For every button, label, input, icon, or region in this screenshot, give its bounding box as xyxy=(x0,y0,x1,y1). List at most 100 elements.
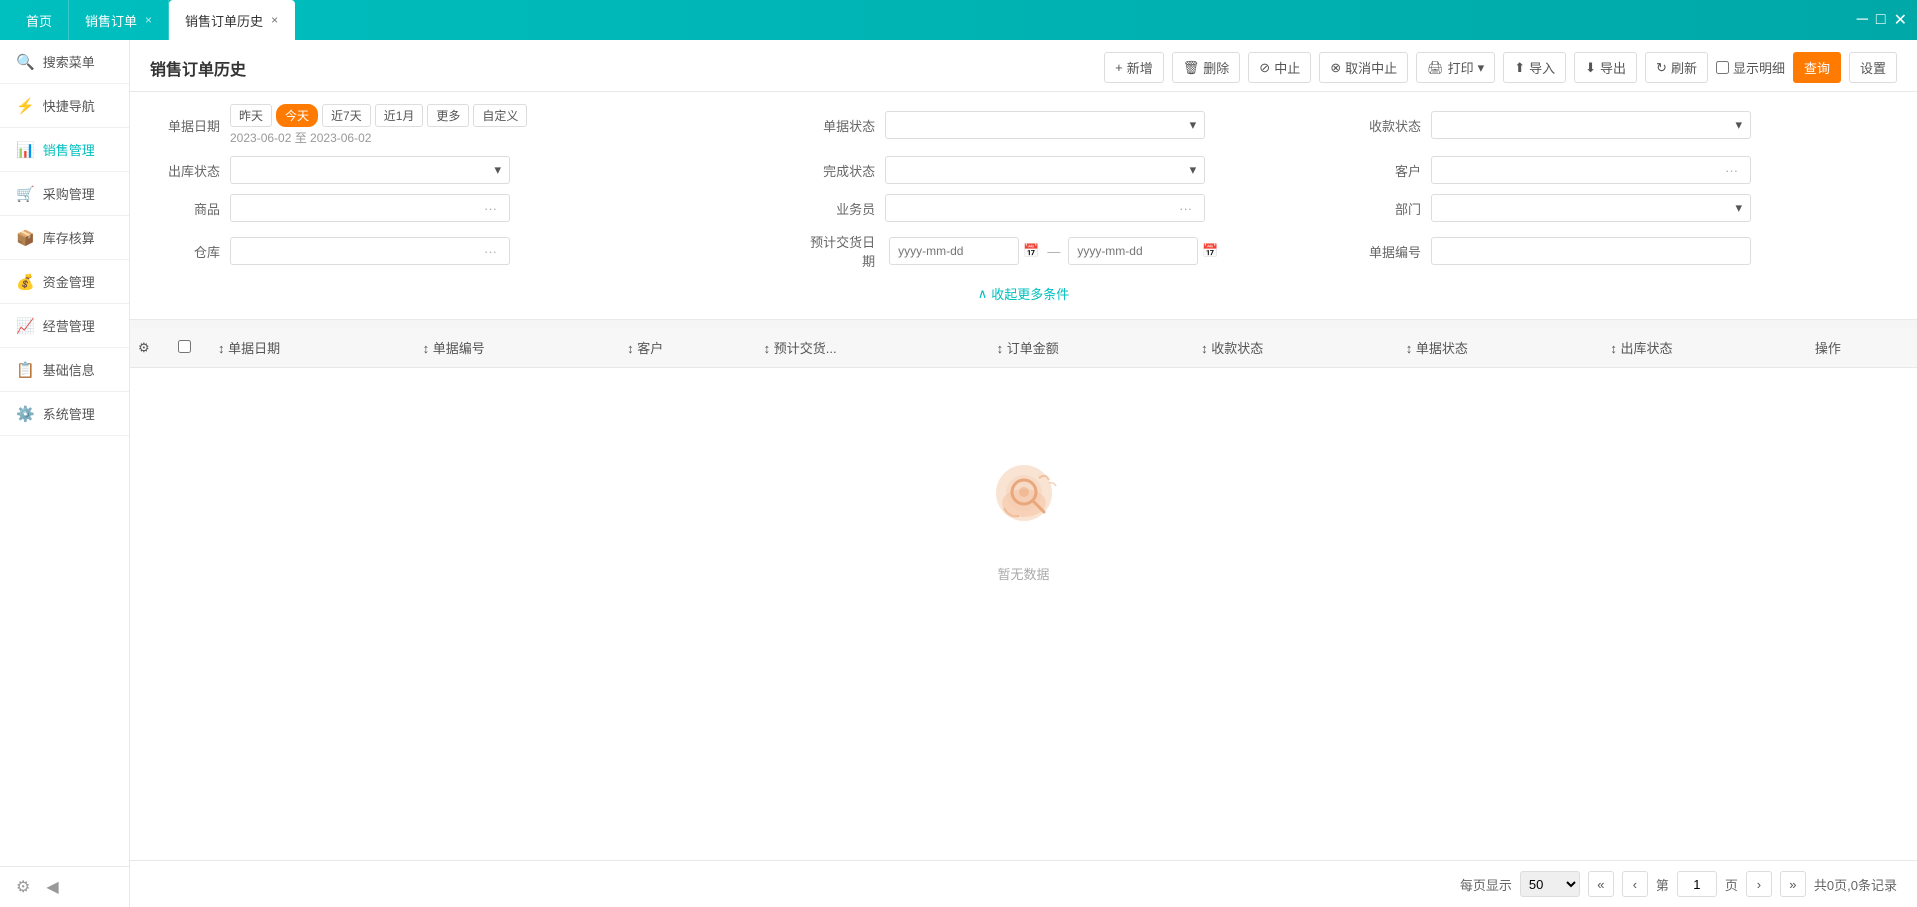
sidebar-item-sales[interactable]: 📊 销售管理 xyxy=(0,128,129,172)
print-arrow-icon: ▾ xyxy=(1478,60,1485,76)
date-btn-today[interactable]: 今天 xyxy=(276,104,318,127)
settings-button[interactable]: 设置 xyxy=(1849,52,1897,83)
sidebar-item-basic[interactable]: 📋 基础信息 xyxy=(0,348,129,392)
complete-status-label: 完成状态 xyxy=(805,161,885,180)
filter-row-1: 单据日期 昨天 今天 近7天 近1月 更多 自定义 2023-06-02 至 2… xyxy=(150,104,1897,146)
last-page-btn[interactable]: » xyxy=(1780,871,1806,897)
sidebar-item-finance[interactable]: 💰 资金管理 xyxy=(0,260,129,304)
sidebar-bottom: ⚙ ◀ xyxy=(0,866,129,907)
import-button[interactable]: ⬆ 导入 xyxy=(1503,52,1566,83)
date-range-display: 2023-06-02 至 2023-06-02 xyxy=(230,129,527,146)
department-select[interactable]: ▾ xyxy=(1431,194,1751,222)
calendar-to-icon[interactable]: 📅 xyxy=(1202,243,1218,259)
date-btn-yesterday[interactable]: 昨天 xyxy=(230,104,272,127)
add-button[interactable]: + 新增 xyxy=(1104,52,1164,83)
close-window-icon[interactable]: ✕ xyxy=(1894,10,1907,30)
date-btn-1month[interactable]: 近1月 xyxy=(375,104,424,127)
print-button[interactable]: 🖨 打印 ▾ xyxy=(1416,52,1495,83)
add-label: 新增 xyxy=(1127,58,1153,77)
product-dots[interactable]: ··· xyxy=(480,201,501,216)
sidebar-item-quicknav[interactable]: ⚡ 快捷导航 xyxy=(0,84,129,128)
tab-sales-order-close[interactable]: × xyxy=(145,13,152,27)
col-date[interactable]: ↕ 单据日期 xyxy=(210,328,415,368)
col-order-no[interactable]: ↕ 单据编号 xyxy=(415,328,620,368)
sidebar-item-finance-label: 资金管理 xyxy=(43,272,95,291)
search-icon: 🔍 xyxy=(16,53,35,71)
product-select[interactable]: ··· xyxy=(230,194,510,222)
tab-sales-order[interactable]: 销售订单 × xyxy=(69,0,169,40)
show-detail-checkbox-label[interactable]: 显示明细 xyxy=(1716,58,1785,77)
first-page-btn[interactable]: « xyxy=(1588,871,1614,897)
date-btn-more[interactable]: 更多 xyxy=(427,104,469,127)
export-button[interactable]: ⬇ 导出 xyxy=(1574,52,1637,83)
delivery-date-label: 预计交货日期 xyxy=(805,232,885,270)
col-delivery[interactable]: ↕ 预计交货... xyxy=(756,328,989,368)
delete-button[interactable]: 🗑 删除 xyxy=(1172,52,1241,83)
page-word-before: 第 xyxy=(1656,875,1669,894)
prev-page-icon: ‹ xyxy=(1633,877,1637,892)
page-number-input[interactable] xyxy=(1677,871,1717,897)
settings-bottom-icon[interactable]: ⚙ xyxy=(16,877,30,897)
add-icon: + xyxy=(1115,60,1123,75)
date-btn-custom[interactable]: 自定义 xyxy=(473,104,527,127)
customer-select[interactable]: ··· xyxy=(1431,156,1751,184)
collapse-label: 收起更多条件 xyxy=(991,284,1069,303)
salesperson-select[interactable]: ··· xyxy=(885,194,1205,222)
col-customer[interactable]: ↕ 客户 xyxy=(619,328,756,368)
receipt-status-select[interactable]: ▾ xyxy=(1431,111,1751,139)
stop-button[interactable]: ⊘ 中止 xyxy=(1248,52,1311,83)
sidebar-item-inventory[interactable]: 📦 库存核算 xyxy=(0,216,129,260)
complete-status-select[interactable]: ▾ xyxy=(885,156,1205,184)
query-button[interactable]: 查询 xyxy=(1793,52,1841,83)
col-amount[interactable]: ↕ 订单金额 xyxy=(989,328,1194,368)
sidebar-item-basic-label: 基础信息 xyxy=(43,360,95,379)
maximize-icon[interactable]: □ xyxy=(1876,11,1886,29)
table-settings-col[interactable]: ⚙ xyxy=(130,328,170,368)
table-area: ⚙ ↕ 单据日期 ↕ 单据编号 ↕ 客户 xyxy=(130,328,1917,860)
col-warehouse-status[interactable]: ↕ 出库状态 xyxy=(1602,328,1807,368)
tab-sales-order-history-close[interactable]: × xyxy=(271,13,278,27)
complete-status-arrow: ▾ xyxy=(1190,162,1197,178)
sidebar-item-purchase[interactable]: 🛒 采购管理 xyxy=(0,172,129,216)
warehouse-status-label: 出库状态 xyxy=(150,161,230,180)
delivery-date-to-input[interactable] xyxy=(1068,237,1198,265)
warehouse-status-select[interactable]: ▾ xyxy=(230,156,510,184)
col-receipt-status[interactable]: ↕ 收款状态 xyxy=(1193,328,1398,368)
toolbar: + 新增 🗑 删除 ⊘ 中止 ⊗ 取消中止 🖨 打印 xyxy=(1104,52,1897,83)
next-page-btn[interactable]: › xyxy=(1746,871,1772,897)
sidebar-item-operations[interactable]: 📈 经营管理 xyxy=(0,304,129,348)
tab-home[interactable]: 首页 xyxy=(10,0,69,40)
salesperson-dots[interactable]: ··· xyxy=(1175,201,1196,216)
sidebar-item-system-label: 系统管理 xyxy=(43,404,95,423)
select-all-checkbox[interactable] xyxy=(178,340,191,353)
bill-status-select[interactable]: ▾ xyxy=(885,111,1205,139)
date-btn-7days[interactable]: 近7天 xyxy=(322,104,371,127)
filter-bill-status-col: 单据状态 ▾ xyxy=(805,111,1351,139)
calendar-from-icon[interactable]: 📅 xyxy=(1023,243,1039,259)
sidebar-item-system[interactable]: ⚙️ 系统管理 xyxy=(0,392,129,436)
stop-label: 中止 xyxy=(1274,58,1300,77)
sidebar-item-search[interactable]: 🔍 搜索菜单 xyxy=(0,40,129,84)
warehouse-dots[interactable]: ··· xyxy=(480,244,501,259)
col-bill-status[interactable]: ↕ 单据状态 xyxy=(1398,328,1603,368)
collapse-sidebar-icon[interactable]: ◀ xyxy=(46,877,58,897)
table-checkbox-col[interactable] xyxy=(170,328,210,368)
table-header-row: ⚙ ↕ 单据日期 ↕ 单据编号 ↕ 客户 xyxy=(130,328,1917,368)
refresh-button[interactable]: ↻ 刷新 xyxy=(1645,52,1708,83)
warehouse-status-arrow: ▾ xyxy=(494,162,501,178)
cancel-stop-button[interactable]: ⊗ 取消中止 xyxy=(1319,52,1408,83)
delivery-date-from-input[interactable] xyxy=(889,237,1019,265)
salesperson-label: 业务员 xyxy=(805,199,885,218)
empty-text: 暂无数据 xyxy=(997,564,1049,583)
show-detail-checkbox[interactable] xyxy=(1716,61,1729,74)
page-size-select[interactable]: 50 10 20 100 xyxy=(1520,871,1580,897)
tab-sales-order-history[interactable]: 销售订单历史 × xyxy=(169,0,295,40)
minimize-icon[interactable]: ─ xyxy=(1857,11,1868,29)
collapse-bar[interactable]: ∧ 收起更多条件 xyxy=(150,280,1897,307)
customer-dots[interactable]: ··· xyxy=(1721,163,1742,178)
warehouse-select[interactable]: ··· xyxy=(230,237,510,265)
filter-order-no-col: 单据编号 xyxy=(1351,237,1897,265)
order-no-input[interactable] xyxy=(1431,237,1751,265)
col-warehouse-status-label: ↕ 出库状态 xyxy=(1610,341,1672,356)
prev-page-btn[interactable]: ‹ xyxy=(1622,871,1648,897)
